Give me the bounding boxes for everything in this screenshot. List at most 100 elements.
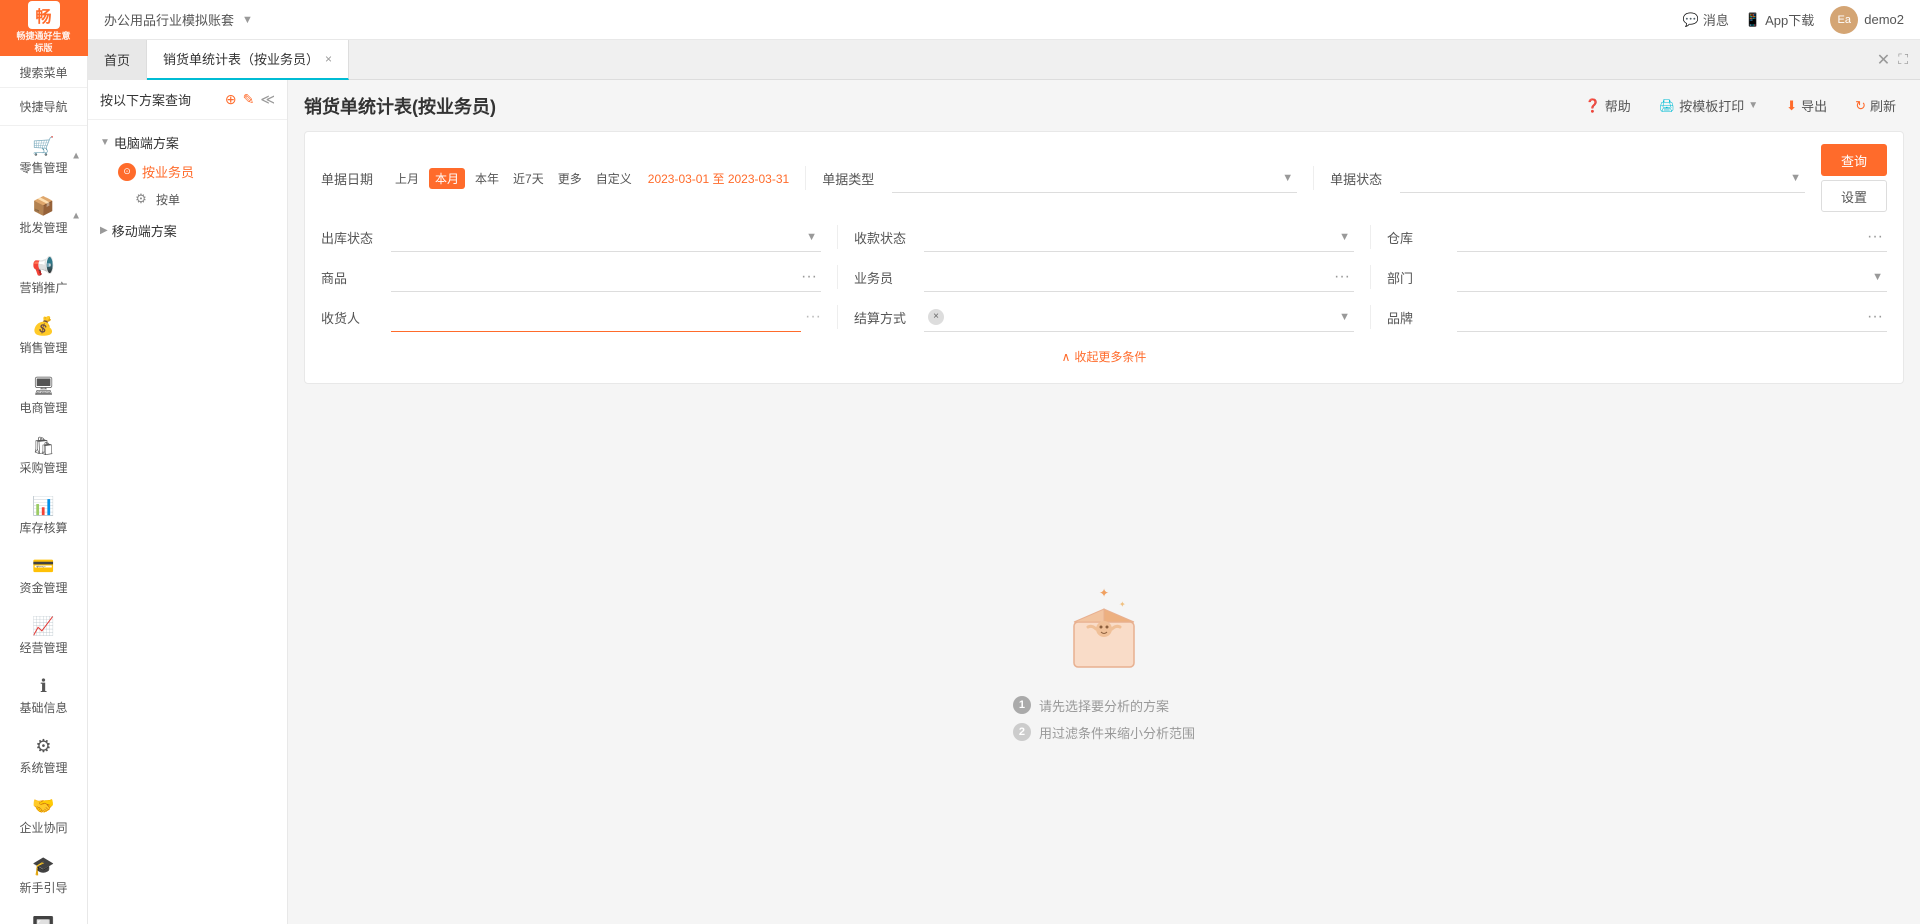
marketing-icon: 📢 <box>32 256 54 277</box>
pc-scheme-group: ▼ 电脑端方案 ⊙ 按业务员 ⚙ 按 <box>88 128 287 212</box>
scheme-tree: ▼ 电脑端方案 ⊙ 按业务员 ⚙ 按 <box>88 120 287 257</box>
sidebar-item-ecommerce[interactable]: 🖥 电商管理 <box>0 366 87 426</box>
sidebar-item-wholesale[interactable]: 📦 批发管理 ▲ <box>0 186 87 246</box>
date-range-display: 2023-03-01 至 2023-03-31 <box>648 170 789 187</box>
date-opt-lastmonth[interactable]: 上月 <box>391 168 423 189</box>
sidebar-item-enterprise-label: 企业协同 <box>19 819 67 836</box>
bill-status-dropdown[interactable]: ▼ <box>1400 163 1805 193</box>
salesperson-dropdown[interactable]: ··· <box>924 262 1354 292</box>
app-download-button[interactable]: 📱 App下载 <box>1745 10 1814 29</box>
sidebar-search-section[interactable]: 搜索菜单 <box>0 56 87 88</box>
sidebar-item-enterprise[interactable]: 🤝 企业协同 <box>0 786 87 846</box>
settle-dropdown[interactable]: × ▼ <box>924 302 1354 332</box>
query-button[interactable]: 查询 <box>1821 144 1887 176</box>
filter-row-2: 出库状态 ▼ 收款状态 ▼ <box>321 222 1887 252</box>
apps-icon: 🔲 <box>32 916 54 924</box>
sidebar-item-operation[interactable]: 📈 经营管理 <box>0 606 87 666</box>
consignee-field: 收货人 ··· <box>321 302 821 332</box>
breadcrumb-arrow-icon[interactable]: ▼ <box>242 14 253 26</box>
department-dropdown[interactable]: ▼ <box>1457 262 1887 292</box>
query-buttons: 查询 设置 <box>1821 144 1887 212</box>
stock-status-dropdown[interactable]: ▼ <box>391 222 821 252</box>
tab-sales-stat[interactable]: 销货单统计表（按业务员） × <box>147 40 349 80</box>
refresh-button[interactable]: ↻ 刷新 <box>1847 92 1904 119</box>
tab-home[interactable]: 首页 <box>88 40 147 80</box>
step-1-number: 1 <box>1013 696 1031 714</box>
svg-text:✦: ✦ <box>1099 586 1109 600</box>
logo-sub: 标版 <box>34 43 52 55</box>
settle-tag: × <box>928 309 944 325</box>
date-opt-thisyear[interactable]: 本年 <box>471 168 503 189</box>
warehouse-label: 仓库 <box>1387 228 1457 247</box>
svg-text:✦: ✦ <box>1119 600 1126 609</box>
filter-area: 单据日期 上月 本月 本年 近7天 更多 自定义 2023-03-01 至 20… <box>304 131 1904 384</box>
stock-status-arrow-icon: ▼ <box>806 231 817 243</box>
print-icon: 🖨 <box>1659 98 1676 114</box>
sales-icon: 💰 <box>32 316 54 337</box>
collapse-scheme-icon[interactable]: ≪ <box>260 91 275 108</box>
help-button[interactable]: ❓ 帮助 <box>1577 92 1639 119</box>
finance-icon: 💳 <box>32 556 54 577</box>
print-button[interactable]: 🖨 按模板打印 ▼ <box>1651 92 1766 119</box>
message-icon: 💬 <box>1683 12 1699 28</box>
date-opt-7days[interactable]: 近7天 <box>509 168 548 189</box>
brand-dropdown[interactable]: ··· <box>1457 302 1887 332</box>
warehouse-dropdown[interactable]: ··· <box>1457 222 1887 252</box>
consignee-input[interactable] <box>391 302 801 332</box>
collapse-conditions-button[interactable]: ∧ 收起更多条件 <box>321 342 1887 371</box>
close-tab-icon[interactable]: ✕ <box>1877 50 1890 70</box>
sidebar-item-retail[interactable]: 🛒 零售管理 ▲ <box>0 126 87 186</box>
sidebar-item-apps[interactable]: 🔲 应用中心 <box>0 906 87 924</box>
payment-status-dropdown[interactable]: ▼ <box>924 222 1354 252</box>
add-scheme-icon[interactable]: ⊕ <box>225 91 237 108</box>
message-button[interactable]: 💬 消息 <box>1683 10 1729 29</box>
scheme-panel-icons: ⊕ ✎ ≪ <box>225 91 275 108</box>
export-button[interactable]: ⬇ 导出 <box>1778 92 1835 119</box>
date-opt-thismonth[interactable]: 本月 <box>429 168 465 189</box>
bill-status-label: 单据状态 <box>1330 169 1400 188</box>
sidebar-item-purchase[interactable]: 🛍 采购管理 <box>0 426 87 486</box>
page-title: 销货单统计表(按业务员) <box>304 93 496 119</box>
settings-button[interactable]: 设置 <box>1821 180 1887 212</box>
top-header: 办公用品行业模拟账套 ▼ 💬 消息 📱 App下载 Ea demo2 <box>88 0 1920 40</box>
left-scheme-panel: 按以下方案查询 ⊕ ✎ ≪ ▼ 电脑端方案 ⊙ <box>88 80 288 924</box>
pc-scheme-arrow: ▼ <box>100 137 110 148</box>
by-salesperson-icon: ⊙ <box>118 163 136 181</box>
scheme-by-salesperson[interactable]: ⊙ 按业务员 <box>88 157 287 186</box>
bill-type-dropdown[interactable]: ▼ <box>892 163 1297 193</box>
purchase-icon: 🛍 <box>32 436 55 457</box>
export-icon: ⬇ <box>1786 98 1797 114</box>
edit-scheme-icon[interactable]: ✎ <box>243 91 255 108</box>
ecommerce-icon: 🖥 <box>32 376 55 397</box>
sidebar-item-inventory[interactable]: 📊 库存核算 <box>0 486 87 546</box>
quick-nav-label[interactable]: 快捷导航 <box>19 92 67 121</box>
sidebar-item-marketing[interactable]: 📢 营销推广 <box>0 246 87 306</box>
filter-row-1: 单据日期 上月 本月 本年 近7天 更多 自定义 2023-03-01 至 20… <box>321 144 1887 212</box>
sidebar-item-newuser-label: 新手引导 <box>19 879 67 896</box>
operation-icon: 📈 <box>32 616 54 637</box>
app-download-label: App下载 <box>1765 10 1814 29</box>
product-dropdown[interactable]: ··· <box>391 262 821 292</box>
settle-tag-remove-button[interactable]: × <box>928 309 944 325</box>
payment-status-arrow-icon: ▼ <box>1339 231 1350 243</box>
divider-8 <box>1370 305 1371 329</box>
scheme-by-order[interactable]: ⚙ 按单 <box>88 186 287 212</box>
tab-close-icon[interactable]: × <box>325 52 332 66</box>
bill-status-arrow-icon: ▼ <box>1790 172 1801 184</box>
empty-step-1: 1 请先选择要分析的方案 <box>1013 696 1195 715</box>
date-opt-more[interactable]: 更多 <box>554 168 586 189</box>
pc-scheme-parent[interactable]: ▼ 电脑端方案 <box>88 128 287 157</box>
sidebar-item-sales[interactable]: 💰 销售管理 <box>0 306 87 366</box>
sidebar-item-finance[interactable]: 💳 资金管理 <box>0 546 87 606</box>
bill-type-arrow-icon: ▼ <box>1282 172 1293 184</box>
maximize-icon[interactable]: ⛶ <box>1898 51 1908 68</box>
sidebar-item-basic[interactable]: ℹ 基础信息 <box>0 666 87 726</box>
search-menu-label[interactable]: 搜索菜单 <box>19 66 67 80</box>
sidebar-item-newuser[interactable]: 🎓 新手引导 <box>0 846 87 906</box>
sidebar-item-system[interactable]: ⚙ 系统管理 <box>0 726 87 786</box>
user-menu-button[interactable]: Ea demo2 <box>1830 6 1904 34</box>
print-arrow-icon[interactable]: ▼ <box>1748 100 1758 111</box>
date-opt-custom[interactable]: 自定义 <box>592 168 636 189</box>
mobile-scheme-parent[interactable]: ▶ 移动端方案 <box>88 216 287 245</box>
quick-nav-section: 快捷导航 <box>0 88 87 126</box>
